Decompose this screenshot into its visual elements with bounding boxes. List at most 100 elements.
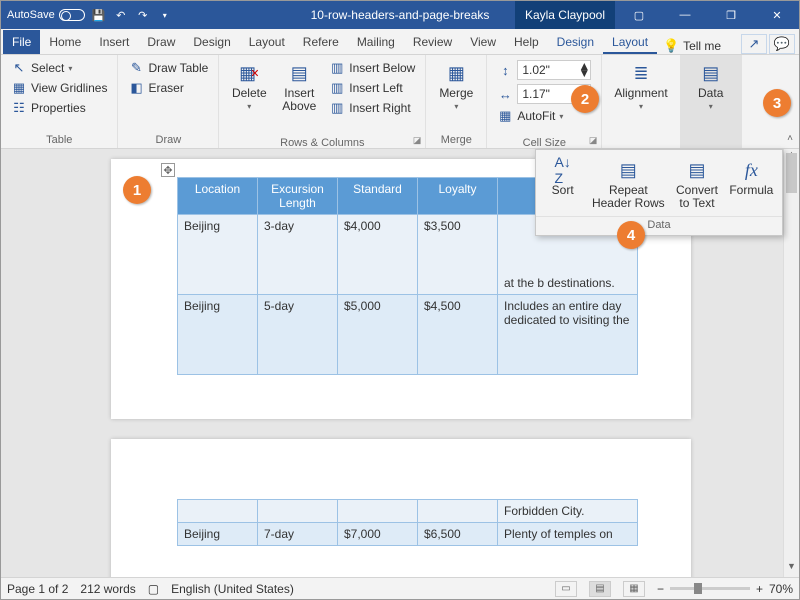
- tab-design[interactable]: Design: [184, 30, 239, 54]
- tell-me-search[interactable]: 💡 Tell me: [657, 38, 727, 54]
- redo-icon[interactable]: ↷: [135, 7, 151, 23]
- callout-3: 3: [763, 89, 791, 117]
- group-label: Cell Size: [495, 135, 593, 149]
- spelling-icon[interactable]: ▢: [148, 582, 159, 596]
- insert-above-icon: ▤: [287, 61, 311, 85]
- group-label: [689, 132, 733, 146]
- tab-home[interactable]: Home: [40, 30, 90, 54]
- table-header-cell[interactable]: Standard: [338, 178, 418, 215]
- callout-2: 2: [571, 85, 599, 113]
- data-button[interactable]: ▤ Data▾: [689, 59, 733, 113]
- group-label: [610, 132, 671, 146]
- draw-table-button[interactable]: ✎Draw Table: [126, 59, 210, 77]
- close-icon[interactable]: ✕: [755, 1, 799, 29]
- ribbon: ↖Select▾ ▦View Gridlines ☷Properties Tab…: [1, 55, 799, 149]
- insert-above-button[interactable]: ▤ Insert Above: [277, 59, 321, 115]
- table-row[interactable]: Beijing 5-day $5,000 $4,500 Includes an …: [178, 295, 638, 375]
- repeat-header-rows-button[interactable]: ▤ Repeat Header Rows: [588, 156, 669, 212]
- width-input[interactable]: [518, 87, 566, 101]
- convert-to-text-button[interactable]: ▤ Convert to Text: [672, 156, 722, 212]
- group-alignment: ≣ Alignment▾: [602, 55, 680, 148]
- document-table[interactable]: Forbidden City. Beijing 7-day $7,000 $6,…: [177, 499, 638, 546]
- print-layout-icon[interactable]: ▤: [589, 581, 611, 597]
- properties-button[interactable]: ☷Properties: [9, 99, 109, 117]
- alignment-button[interactable]: ≣ Alignment▾: [610, 59, 671, 113]
- insert-left-icon: ▥: [329, 80, 345, 96]
- tab-help[interactable]: Help: [505, 30, 548, 54]
- select-button[interactable]: ↖Select▾: [9, 59, 109, 77]
- tab-draw[interactable]: Draw: [138, 30, 184, 54]
- group-label: Table: [9, 132, 109, 146]
- tab-table-layout[interactable]: Layout: [603, 30, 657, 54]
- page-count[interactable]: Page 1 of 2: [7, 582, 68, 596]
- group-label: Draw: [126, 132, 210, 146]
- tab-layout[interactable]: Layout: [240, 30, 294, 54]
- restore-icon[interactable]: ❐: [709, 1, 753, 29]
- pencil-icon: ✎: [128, 60, 144, 76]
- insert-right-icon: ▥: [329, 100, 345, 116]
- group-rows-columns: ▦✕ Delete▾ ▤ Insert Above ▥Insert Below …: [219, 55, 426, 148]
- delete-button[interactable]: ▦✕ Delete▾: [227, 59, 271, 113]
- tab-file[interactable]: File: [3, 30, 40, 54]
- zoom-in-icon[interactable]: +: [756, 582, 763, 596]
- callout-4: 4: [617, 221, 645, 249]
- table-header-cell[interactable]: Loyalty: [418, 178, 498, 215]
- group-draw: ✎Draw Table ◧Eraser Draw: [118, 55, 219, 148]
- insert-right-button[interactable]: ▥Insert Right: [327, 99, 417, 117]
- autosave-toggle[interactable]: AutoSave: [7, 9, 85, 21]
- row-height-field[interactable]: ↕ ▲▼: [495, 59, 593, 81]
- merge-button[interactable]: ▦ Merge▾: [434, 59, 478, 113]
- tab-review[interactable]: Review: [404, 30, 461, 54]
- dialog-launcher-icon[interactable]: ◪: [589, 135, 598, 146]
- qat-dropdown-icon[interactable]: ▾: [157, 7, 173, 23]
- collapse-ribbon-icon[interactable]: ˄: [787, 133, 793, 144]
- dialog-launcher-icon[interactable]: ◪: [413, 135, 422, 146]
- tab-insert[interactable]: Insert: [90, 30, 138, 54]
- repeat-header-icon: ▤: [616, 158, 640, 182]
- scroll-down-icon[interactable]: ▼: [784, 561, 799, 577]
- table-header-cell[interactable]: Excursion Length: [258, 178, 338, 215]
- insert-below-button[interactable]: ▥Insert Below: [327, 59, 417, 77]
- delete-icon: ▦✕: [237, 61, 261, 85]
- view-gridlines-button[interactable]: ▦View Gridlines: [9, 79, 109, 97]
- web-layout-icon[interactable]: ▦: [623, 581, 645, 597]
- alignment-icon: ≣: [629, 61, 653, 85]
- save-icon[interactable]: 💾: [91, 7, 107, 23]
- tab-view[interactable]: View: [461, 30, 505, 54]
- word-count[interactable]: 212 words: [80, 582, 135, 596]
- group-table: ↖Select▾ ▦View Gridlines ☷Properties Tab…: [1, 55, 118, 148]
- sort-button[interactable]: A↓Z Sort: [541, 156, 585, 212]
- comments-button[interactable]: 💬: [769, 34, 795, 54]
- zoom-slider[interactable]: − + 70%: [657, 582, 793, 596]
- undo-icon[interactable]: ↶: [113, 7, 129, 23]
- scroll-thumb[interactable]: [786, 153, 797, 193]
- zoom-out-icon[interactable]: −: [657, 582, 664, 596]
- minimize-icon[interactable]: —: [663, 1, 707, 29]
- table-move-handle-icon[interactable]: ✥: [161, 163, 175, 177]
- tab-table-design[interactable]: Design: [548, 30, 603, 54]
- language-status[interactable]: English (United States): [171, 582, 294, 596]
- tab-references[interactable]: Refere: [294, 30, 348, 54]
- formula-button[interactable]: fx Formula: [725, 156, 777, 212]
- zoom-value[interactable]: 70%: [769, 582, 793, 596]
- width-icon: ↔: [497, 86, 513, 102]
- share-button[interactable]: ↗: [741, 34, 767, 54]
- insert-left-button[interactable]: ▥Insert Left: [327, 79, 417, 97]
- dropdown-group-label: Data: [536, 216, 782, 235]
- account-name[interactable]: Kayla Claypool: [515, 1, 615, 29]
- convert-icon: ▤: [685, 158, 709, 182]
- read-mode-icon[interactable]: ▭: [555, 581, 577, 597]
- title-bar: AutoSave 💾 ↶ ↷ ▾ 10-row-headers-and-page…: [1, 1, 799, 29]
- properties-icon: ☷: [11, 100, 27, 116]
- zoom-track[interactable]: [670, 587, 750, 590]
- vertical-scrollbar[interactable]: ▲ ▼: [783, 149, 799, 577]
- data-dropdown: A↓Z Sort ▤ Repeat Header Rows ▤ Convert …: [535, 149, 783, 236]
- tab-mailings[interactable]: Mailing: [348, 30, 404, 54]
- page-2: Forbidden City. Beijing 7-day $7,000 $6,…: [111, 439, 691, 577]
- table-row[interactable]: Beijing 7-day $7,000 $6,500 Plenty of te…: [178, 523, 638, 546]
- table-header-cell[interactable]: Location: [178, 178, 258, 215]
- ribbon-options-icon[interactable]: ▢: [617, 1, 661, 29]
- height-input[interactable]: [518, 63, 566, 77]
- table-row[interactable]: Forbidden City.: [178, 500, 638, 523]
- eraser-button[interactable]: ◧Eraser: [126, 79, 210, 97]
